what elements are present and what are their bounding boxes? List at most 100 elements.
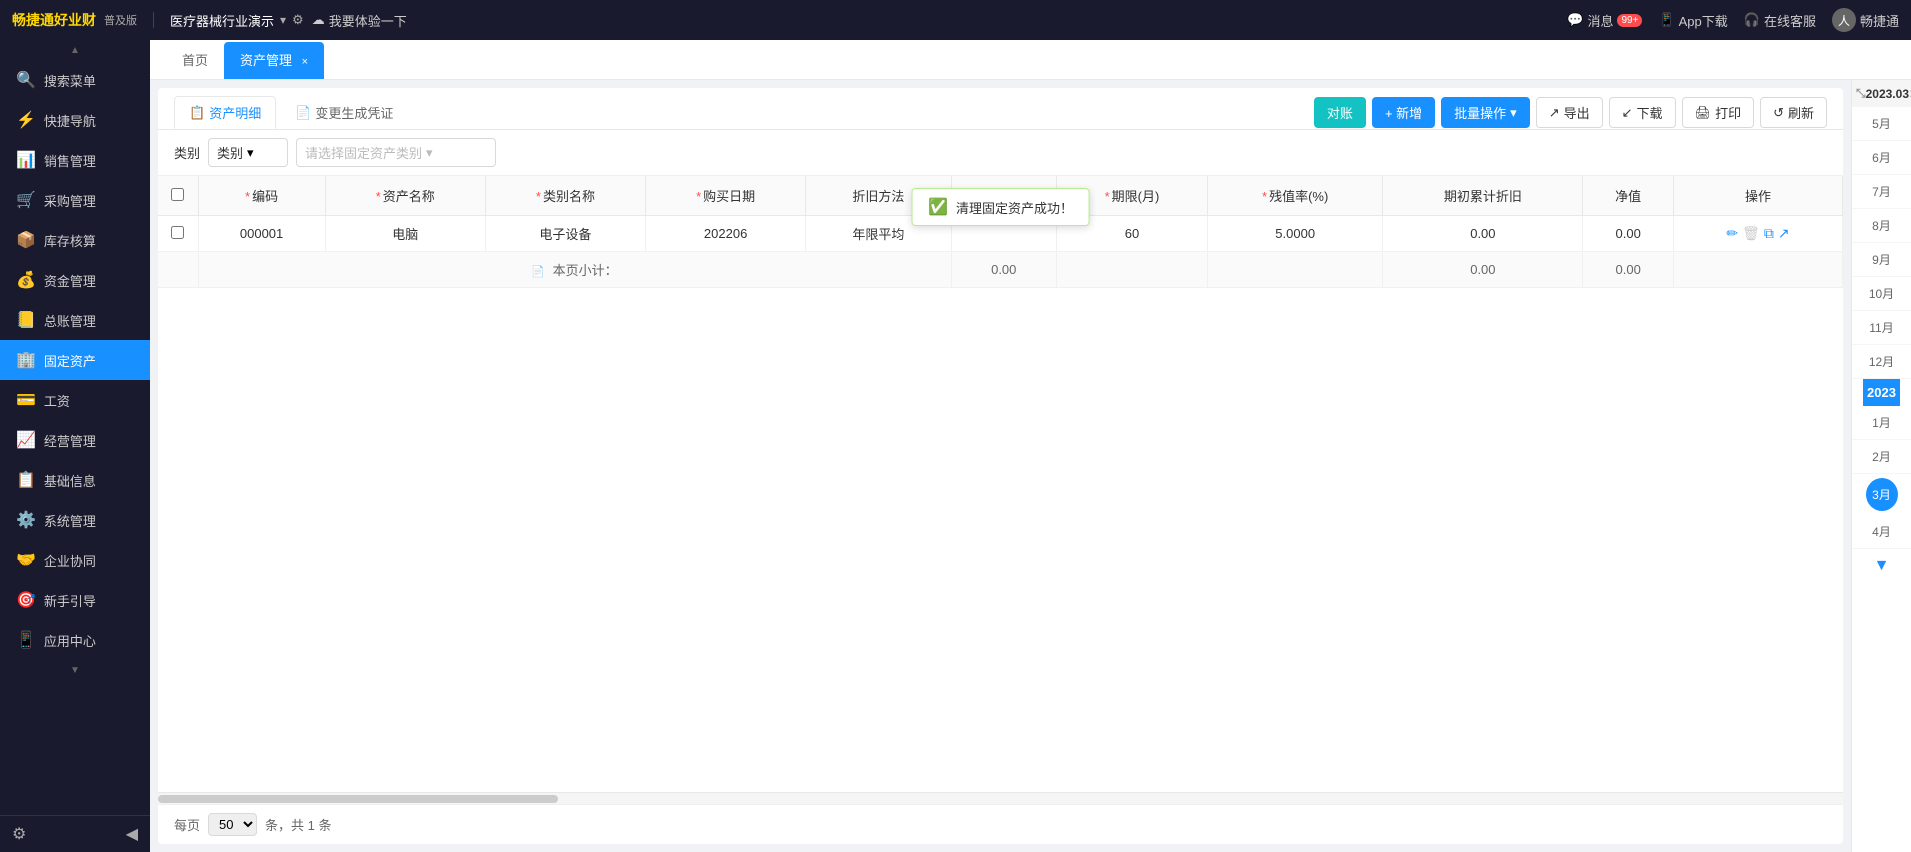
per-page-select[interactable]: 50 (208, 813, 257, 836)
calendar-month-1[interactable]: 1月 (1852, 406, 1911, 440)
asset-detail-icon: 📋 (189, 105, 205, 121)
row-checkbox-cell (158, 216, 198, 252)
sidebar-item-quick-nav[interactable]: ⚡ 快捷导航 (0, 100, 150, 140)
table-body: 000001 电脑 电子设备 202206 年限平均 60 5.0000 0.0… (158, 216, 1843, 288)
sidebar-item-capital[interactable]: 💰 资金管理 (0, 260, 150, 300)
scrollbar-thumb[interactable] (158, 795, 558, 803)
sub-tab-asset-detail[interactable]: 📋 资产明细 (174, 96, 276, 129)
close-tab-icon[interactable]: × (302, 56, 308, 68)
sidebar-item-label: 企业协同 (44, 551, 96, 570)
sidebar-item-app-center[interactable]: 📱 应用中心 (0, 620, 150, 660)
category-select-arrow: ▾ (426, 145, 433, 161)
calendar-month-2[interactable]: 2月 (1852, 440, 1911, 474)
calendar-month-7[interactable]: 7月 (1852, 175, 1911, 209)
category-filter-label: 类别 (174, 143, 200, 162)
message-label: 消息 (1587, 11, 1613, 30)
calendar-month-3[interactable]: 3月 (1866, 478, 1898, 511)
calendar-month-10[interactable]: 10月 (1852, 277, 1911, 311)
sidebar-item-operations[interactable]: 📈 经营管理 (0, 420, 150, 460)
change-voucher-icon: 📄 (295, 105, 311, 121)
tab-asset-mgmt[interactable]: 资产管理 × (224, 42, 324, 79)
sidebar-item-basic-info[interactable]: 📋 基础信息 (0, 460, 150, 500)
subtotal-net: 0.00 (1583, 252, 1674, 288)
expand-icon[interactable]: ⤡ (1856, 86, 1866, 101)
subtotal-label: 本页小计： (553, 263, 618, 278)
calendar-month-12[interactable]: 12月 (1852, 345, 1911, 379)
company-dropdown-icon[interactable]: ▾ (280, 13, 286, 27)
reconcile-button[interactable]: 对账 (1314, 97, 1366, 128)
sub-tabs: 📋 资产明细 📄 变更生成凭证 对账 + 新增 (158, 88, 1843, 130)
batch-ops-button[interactable]: 批量操作 ▾ (1441, 97, 1530, 128)
sidebar-item-purchase[interactable]: 🛒 采购管理 (0, 180, 150, 220)
sidebar-item-fixed-assets[interactable]: 🏢 固定资产 (0, 340, 150, 380)
row-checkbox[interactable] (171, 226, 184, 239)
sidebar-scroll-down[interactable]: ▼ (0, 660, 150, 680)
building-icon: 🏢 (16, 350, 36, 370)
subtotal-initial: 0.00 (1383, 252, 1583, 288)
company-selector[interactable]: 医疗器械行业演示 ▾ ⚙ (170, 11, 304, 30)
sidebar-settings-icon[interactable]: ⚙ (12, 824, 26, 844)
calendar-month-5[interactable]: 5月 (1852, 107, 1911, 141)
sidebar-item-ledger[interactable]: 📒 总账管理 (0, 300, 150, 340)
calendar-month-6[interactable]: 6月 (1852, 141, 1911, 175)
subtotal-period-empty (1056, 252, 1207, 288)
sidebar-item-salary[interactable]: 💳 工资 (0, 380, 150, 420)
online-service-button[interactable]: 🎧 在线客服 (1744, 11, 1816, 30)
subtotal-actions-empty (1673, 252, 1842, 288)
app-logo: 畅捷通好业财 (12, 10, 96, 30)
settings-icon[interactable]: ⚙ (292, 12, 304, 28)
sidebar-scroll-up[interactable]: ▲ (0, 40, 150, 60)
header-residual-rate: *残值率(%) (1208, 176, 1383, 216)
subtotal-rate-empty (1208, 252, 1383, 288)
message-button[interactable]: 💬 消息 99+ (1567, 11, 1642, 30)
app-download-button[interactable]: 📱 App下载 (1658, 11, 1727, 30)
success-toast: ✅ 清理固定资产成功！ (911, 188, 1090, 226)
tab-home[interactable]: 首页 (166, 42, 224, 79)
cloud-icon: ☁ (312, 12, 325, 28)
calendar-month-4[interactable]: 4月 (1852, 515, 1911, 549)
download-button[interactable]: ↙ 下载 (1609, 97, 1676, 128)
experience-button[interactable]: ☁ 我要体验一下 (312, 11, 407, 30)
select-all-checkbox[interactable] (171, 188, 184, 201)
sidebar-item-label: 固定资产 (44, 351, 96, 370)
refresh-button[interactable]: ↺ 刷新 (1760, 97, 1827, 128)
calendar-down-arrow[interactable]: ▼ (1852, 549, 1911, 583)
delete-icon[interactable]: 🗑 (1742, 225, 1760, 242)
print-button[interactable]: 🖨 打印 (1682, 97, 1755, 128)
export-label: 导出 (1564, 103, 1590, 122)
new-button[interactable]: + 新增 (1372, 97, 1435, 128)
card-icon: 💳 (16, 390, 36, 410)
avatar: 人 (1832, 8, 1856, 32)
calendar-curr-year-months: 1月 2月 3月 4月 (1852, 406, 1911, 549)
tab-home-label: 首页 (182, 53, 208, 68)
apps-icon: 📱 (16, 630, 36, 650)
money-icon: 💰 (16, 270, 36, 290)
nav-tabs: 首页 资产管理 × (150, 40, 1911, 80)
export-icon: ↗ (1549, 105, 1560, 121)
edit-icon[interactable]: ✏ (1726, 225, 1738, 242)
sidebar-item-sales[interactable]: 📊 销售管理 (0, 140, 150, 180)
more-icon[interactable]: ↗ (1778, 225, 1790, 242)
calendar-month-9[interactable]: 9月 (1852, 243, 1911, 277)
top-bar: 畅捷通好业财 普及版 医疗器械行业演示 ▾ ⚙ ☁ 我要体验一下 💬 消息 99… (0, 0, 1911, 40)
export-button[interactable]: ↗ 导出 (1536, 97, 1603, 128)
sidebar-item-guide[interactable]: 🎯 新手引导 (0, 580, 150, 620)
sidebar-collapse-icon[interactable]: ◀ (126, 824, 138, 844)
calendar-month-8[interactable]: 8月 (1852, 209, 1911, 243)
sidebar-bottom: ⚙ ◀ (0, 815, 150, 852)
category-filter-type[interactable]: 类别 ▾ (208, 138, 288, 167)
sidebar-item-enterprise[interactable]: 🤝 企业协同 (0, 540, 150, 580)
action-icons: ✏ 🗑 ⧉ ↗ (1682, 225, 1834, 242)
copy-icon[interactable]: ⧉ (1764, 225, 1774, 242)
category-filter-select[interactable]: 请选择固定资产类别 ▾ (296, 138, 496, 167)
sidebar-item-search-menu[interactable]: 🔍 搜索菜单 (0, 60, 150, 100)
main-layout: ▲ 🔍 搜索菜单 ⚡ 快捷导航 📊 销售管理 🛒 采购管理 📦 库存核算 💰 资… (0, 40, 1911, 852)
row-initial-depreciation: 0.00 (1383, 216, 1583, 252)
bottom-scrollbar[interactable] (158, 792, 1843, 804)
sidebar-item-inventory[interactable]: 📦 库存核算 (0, 220, 150, 260)
sub-tab-change-voucher[interactable]: 📄 变更生成凭证 (280, 96, 408, 129)
calendar-month-11[interactable]: 11月 (1852, 311, 1911, 345)
headset-icon: 🎧 (1744, 12, 1760, 28)
user-avatar[interactable]: 人 畅捷通 (1832, 8, 1899, 32)
sidebar-item-system[interactable]: ⚙️ 系统管理 (0, 500, 150, 540)
